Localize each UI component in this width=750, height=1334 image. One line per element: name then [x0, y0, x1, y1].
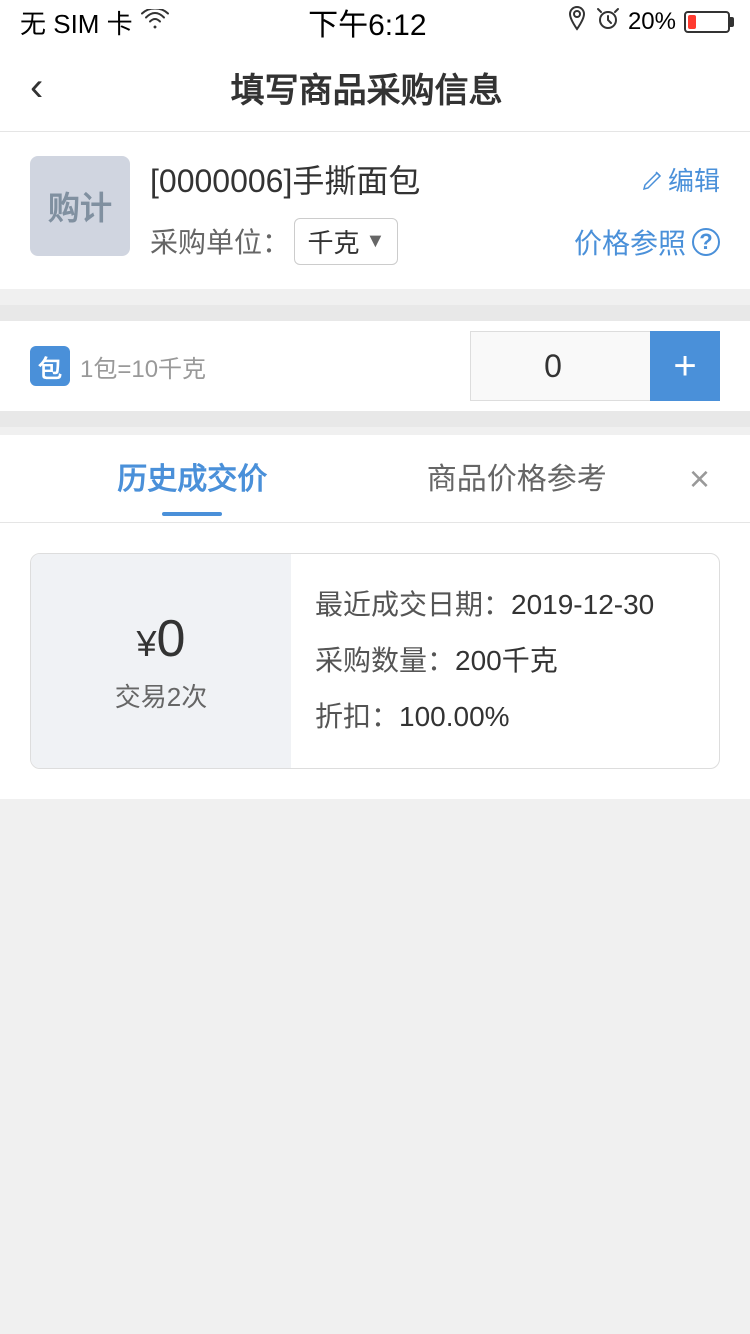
tab-reference-label: 商品价格参考: [427, 463, 607, 496]
status-left: 无 SIM 卡: [20, 4, 169, 41]
battery-icon: [684, 11, 730, 33]
tab-history-price[interactable]: 历史成交价: [30, 454, 354, 504]
section-divider: [0, 305, 750, 321]
back-button[interactable]: ‹: [30, 55, 53, 120]
recent-date-row: 最近成交日期：2019-12-30: [315, 584, 695, 626]
status-right: 20%: [566, 6, 730, 39]
edit-button[interactable]: 编辑: [642, 161, 720, 198]
discount-label: 折扣：: [315, 701, 399, 732]
product-thumbnail: 购计: [30, 156, 130, 256]
quantity-input-group: +: [470, 331, 720, 401]
sim-text: 无 SIM 卡: [20, 4, 133, 41]
unit-value: 千克: [307, 223, 359, 260]
price-card-left: ¥0 交易2次: [31, 554, 291, 768]
price-reference-button[interactable]: 价格参照 ?: [574, 222, 720, 262]
location-icon: [566, 6, 588, 39]
page-title: 填写商品采购信息: [53, 63, 680, 112]
tabs-close-button[interactable]: ×: [679, 448, 720, 510]
main-content: 购计 [0000006]手撕面包 编辑 采购单位：: [0, 132, 750, 1334]
tabs-section: 历史成交价 商品价格参考 × ¥0 交易2次 最近成交日期：2019-12-30: [0, 435, 750, 799]
edit-icon: [642, 168, 664, 190]
product-header: [0000006]手撕面包 编辑: [150, 156, 720, 202]
battery-percent: 20%: [628, 8, 676, 36]
product-section: 购计 [0000006]手撕面包 编辑 采购单位：: [0, 132, 750, 289]
unit-conversion: 1包=10千克: [80, 349, 206, 384]
dropdown-arrow-icon: ▼: [365, 230, 385, 253]
quantity-row: 包 1包=10千克 +: [0, 321, 750, 411]
status-time: 下午6:12: [308, 0, 426, 44]
recent-date-label: 最近成交日期：: [315, 589, 511, 620]
discount-row: 折扣：100.00%: [315, 696, 695, 738]
discount-value: 100.00%: [399, 701, 510, 732]
section-divider-2: [0, 411, 750, 427]
tabs-header: 历史成交价 商品价格参考 ×: [0, 435, 750, 523]
unit-label-group: 采购单位： 千克 ▼: [150, 218, 398, 265]
product-unit-row: 采购单位： 千克 ▼ 价格参照 ?: [150, 218, 720, 265]
product-row: 购计 [0000006]手撕面包 编辑 采购单位：: [30, 156, 720, 265]
purchase-quantity-label: 采购数量：: [315, 645, 455, 676]
price-amount: ¥0: [137, 609, 186, 669]
status-bar: 无 SIM 卡 下午6:12 20%: [0, 0, 750, 44]
recent-date-value: 2019-12-30: [511, 589, 654, 620]
quantity-input[interactable]: [470, 331, 650, 401]
info-icon: ?: [692, 228, 720, 256]
unit-selector[interactable]: 千克 ▼: [294, 218, 398, 265]
price-card: ¥0 交易2次 最近成交日期：2019-12-30 采购数量：200千克 折扣：…: [30, 553, 720, 769]
product-info: [0000006]手撕面包 编辑 采购单位： 千克 ▼: [150, 156, 720, 265]
quantity-plus-button[interactable]: +: [650, 331, 720, 401]
currency-symbol: ¥: [137, 623, 157, 664]
price-ref-label: 价格参照: [574, 222, 686, 262]
tab-price-reference[interactable]: 商品价格参考: [354, 454, 678, 504]
unit-label: 采购单位：: [150, 227, 290, 258]
unit-icon: 包: [30, 346, 70, 386]
wifi-icon: [141, 7, 169, 38]
purchase-quantity-row: 采购数量：200千克: [315, 640, 695, 682]
quantity-unit-group: 包 1包=10千克: [30, 346, 206, 386]
product-logo: 购计: [48, 183, 112, 229]
price-card-right: 最近成交日期：2019-12-30 采购数量：200千克 折扣：100.00%: [291, 554, 719, 768]
tab-history-label: 历史成交价: [117, 463, 267, 496]
purchase-quantity-value: 200千克: [455, 645, 558, 676]
alarm-icon: [596, 7, 620, 38]
price-value: 0: [157, 610, 186, 668]
price-trades: 交易2次: [115, 677, 207, 714]
product-name: [0000006]手撕面包: [150, 156, 420, 202]
tab-content: ¥0 交易2次 最近成交日期：2019-12-30 采购数量：200千克 折扣：…: [0, 523, 750, 799]
nav-bar: ‹ 填写商品采购信息: [0, 44, 750, 132]
